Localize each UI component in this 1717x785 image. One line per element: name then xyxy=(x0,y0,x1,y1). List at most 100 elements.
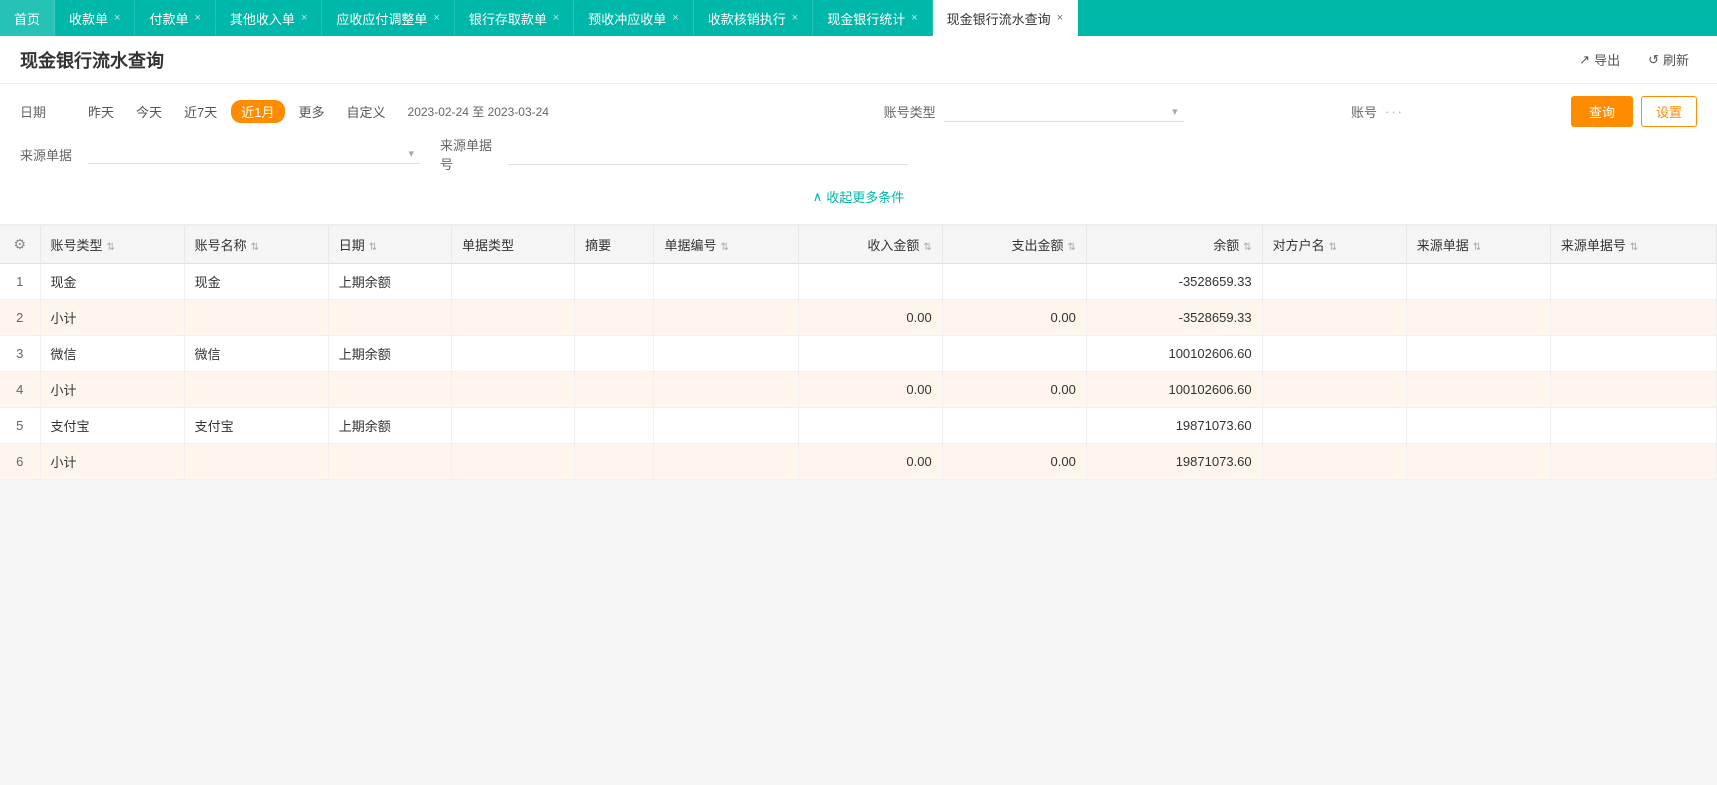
table-cell xyxy=(184,372,328,408)
col-source-doc[interactable]: 来源单据⇅ xyxy=(1406,226,1550,264)
sort-icon: ⇅ xyxy=(1630,242,1638,253)
table-cell xyxy=(328,372,451,408)
nav-other-income[interactable]: 其他收入单 × xyxy=(216,0,322,36)
table-row: 4小计0.000.00100102606.60 xyxy=(0,372,1717,408)
table-cell: 4 xyxy=(0,372,40,408)
nav-cash-bank-flow[interactable]: 现金银行流水查询 × xyxy=(933,0,1078,36)
source-doc-no-input[interactable] xyxy=(508,143,908,165)
table-cell xyxy=(1550,372,1716,408)
close-icon[interactable]: × xyxy=(301,12,307,24)
close-icon[interactable]: × xyxy=(194,12,200,24)
source-doc-select[interactable]: ▾ xyxy=(88,144,420,164)
col-account-type[interactable]: 账号类型⇅ xyxy=(40,226,184,264)
close-icon[interactable]: × xyxy=(911,12,917,24)
nav-collect-verify[interactable]: 收款核销执行 × xyxy=(694,0,813,36)
table-cell xyxy=(1262,336,1406,372)
table-cell xyxy=(1550,300,1716,336)
close-icon[interactable]: × xyxy=(114,12,120,24)
table-cell: 小计 xyxy=(40,300,184,336)
nav-payments[interactable]: 付款单 × xyxy=(135,0,215,36)
date-btn-7days[interactable]: 近7天 xyxy=(176,100,225,123)
nav-ar-ap-adjust[interactable]: 应收应付调整单 × xyxy=(322,0,454,36)
nav-receipts[interactable]: 收款单 × xyxy=(55,0,135,36)
col-summary[interactable]: 摘要 xyxy=(575,226,654,264)
collapse-up-icon: ∧ xyxy=(813,189,823,205)
collapse-bar[interactable]: ∧ 收起更多条件 xyxy=(20,181,1697,212)
table-cell xyxy=(798,264,942,300)
table-cell: 6 xyxy=(0,444,40,480)
close-icon[interactable]: × xyxy=(433,12,439,24)
table-cell xyxy=(451,264,574,300)
date-btn-today[interactable]: 今天 xyxy=(128,100,170,123)
table-cell xyxy=(654,444,798,480)
table-cell: -3528659.33 xyxy=(1086,264,1262,300)
col-income[interactable]: 收入金额⇅ xyxy=(798,226,942,264)
nav-cash-bank-stat[interactable]: 现金银行统计 × xyxy=(813,0,932,36)
table-cell xyxy=(942,408,1086,444)
col-date[interactable]: 日期⇅ xyxy=(328,226,451,264)
nav-prepay-offset[interactable]: 预收冲应收单 × xyxy=(574,0,693,36)
table-cell: 0.00 xyxy=(942,372,1086,408)
close-icon[interactable]: × xyxy=(1057,12,1063,24)
date-btn-yesterday[interactable]: 昨天 xyxy=(80,100,122,123)
close-icon[interactable]: × xyxy=(672,12,678,24)
table-cell xyxy=(1262,300,1406,336)
date-btn-custom[interactable]: 自定义 xyxy=(339,100,394,123)
nav-home[interactable]: 首页 xyxy=(0,0,55,36)
settings-button[interactable]: 设置 xyxy=(1641,96,1697,127)
table-cell xyxy=(575,408,654,444)
table-cell: 19871073.60 xyxy=(1086,444,1262,480)
chevron-down-icon: ▾ xyxy=(408,147,414,160)
table-row: 2小计0.000.00-3528659.33 xyxy=(0,300,1717,336)
table-cell xyxy=(575,336,654,372)
table-cell xyxy=(451,408,574,444)
top-nav: 首页 收款单 × 付款单 × 其他收入单 × 应收应付调整单 × 银行存取款单 … xyxy=(0,0,1717,36)
gear-icon[interactable]: ⚙ xyxy=(13,236,26,252)
table-cell xyxy=(1406,264,1550,300)
table-cell xyxy=(1550,444,1716,480)
account-type-select[interactable]: ▾ xyxy=(944,102,1184,122)
table-cell: 2 xyxy=(0,300,40,336)
table-cell: 100102606.60 xyxy=(1086,336,1262,372)
table-cell xyxy=(1550,408,1716,444)
col-doc-no[interactable]: 单据编号⇅ xyxy=(654,226,798,264)
query-button[interactable]: 查询 xyxy=(1571,96,1633,127)
table-cell: -3528659.33 xyxy=(1086,300,1262,336)
table-header-row: ⚙ 账号类型⇅ 账号名称⇅ 日期⇅ 单据类型 摘要 单据编号⇅ xyxy=(0,226,1717,264)
refresh-button[interactable]: ↺ 刷新 xyxy=(1640,46,1697,73)
export-icon: ↗ xyxy=(1579,52,1590,68)
date-btn-more[interactable]: 更多 xyxy=(291,100,333,123)
table-cell xyxy=(184,300,328,336)
table-cell xyxy=(1406,336,1550,372)
sort-icon: ⇅ xyxy=(1329,242,1337,253)
table-cell xyxy=(328,444,451,480)
table-cell: 0.00 xyxy=(942,300,1086,336)
nav-bank-deposit[interactable]: 银行存取款单 × xyxy=(455,0,574,36)
dots-icon[interactable]: ··· xyxy=(1385,104,1404,119)
col-expense[interactable]: 支出金额⇅ xyxy=(942,226,1086,264)
col-account-name[interactable]: 账号名称⇅ xyxy=(184,226,328,264)
export-button[interactable]: ↗ 导出 xyxy=(1571,46,1628,73)
table-cell: 支付宝 xyxy=(40,408,184,444)
col-source-doc-no[interactable]: 来源单据号⇅ xyxy=(1550,226,1716,264)
table-cell xyxy=(451,372,574,408)
close-icon[interactable]: × xyxy=(553,12,559,24)
close-icon[interactable]: × xyxy=(792,12,798,24)
col-doc-type[interactable]: 单据类型 xyxy=(451,226,574,264)
table-cell xyxy=(451,300,574,336)
col-balance[interactable]: 余额⇅ xyxy=(1086,226,1262,264)
table-cell xyxy=(1406,300,1550,336)
table-cell xyxy=(451,336,574,372)
table-cell xyxy=(1262,408,1406,444)
source-doc-no-filter: 来源单据号 xyxy=(440,135,1697,173)
col-counterparty[interactable]: 对方户名⇅ xyxy=(1262,226,1406,264)
table-container: ⚙ 账号类型⇅ 账号名称⇅ 日期⇅ 单据类型 摘要 单据编号⇅ xyxy=(0,225,1717,480)
date-btn-1month[interactable]: 近1月 xyxy=(231,100,284,123)
date-label: 日期 xyxy=(20,102,80,121)
table-cell: 上期余额 xyxy=(328,408,451,444)
col-gear[interactable]: ⚙ xyxy=(0,226,40,264)
sort-icon: ⇅ xyxy=(923,242,931,253)
page-title: 现金银行流水查询 xyxy=(20,47,164,73)
table-cell xyxy=(575,372,654,408)
table-cell xyxy=(575,264,654,300)
